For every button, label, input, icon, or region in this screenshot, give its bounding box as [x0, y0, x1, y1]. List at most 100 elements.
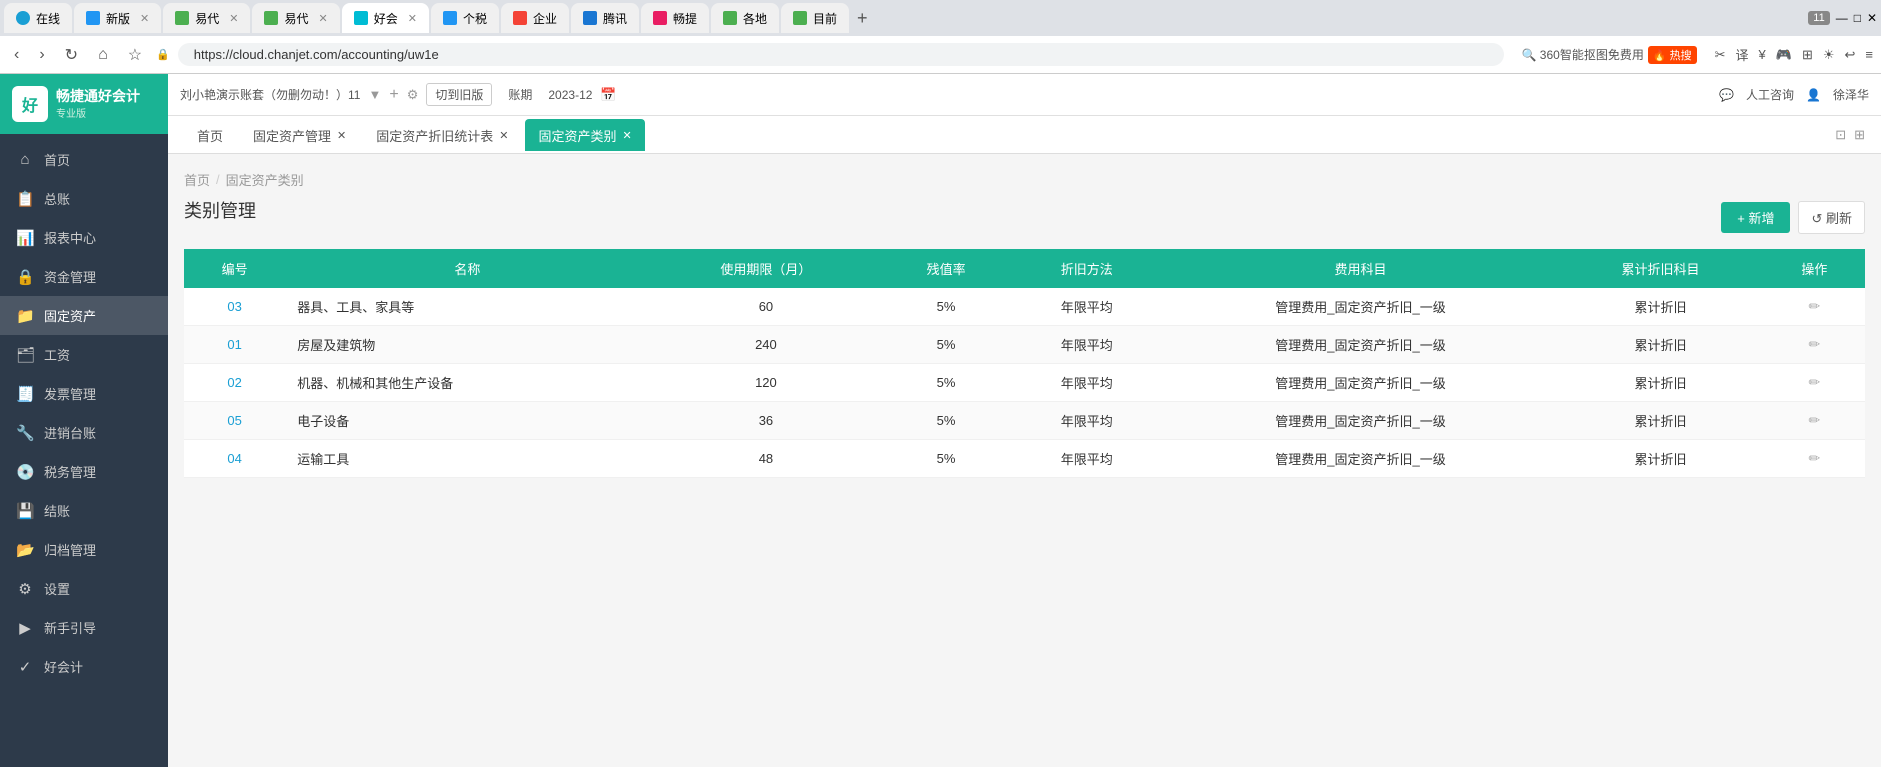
reload-button[interactable]: ↻: [59, 43, 84, 67]
sidebar-item-home[interactable]: ⌂ 首页: [0, 140, 168, 179]
sidebar-label-tax: 税务管理: [44, 462, 96, 481]
edit-icon-0[interactable]: ✏: [1808, 298, 1820, 314]
sidebar-item-settings[interactable]: ⚙ 设置: [0, 569, 168, 608]
breadcrumb-current: 固定资产类别: [226, 170, 304, 189]
edit-icon-2[interactable]: ✏: [1808, 374, 1820, 390]
menu-icon[interactable]: ≡: [1865, 47, 1873, 62]
logo-text: 畅捷通好会计: [56, 88, 140, 105]
tax-icon: 💿: [16, 463, 34, 481]
grid-icon[interactable]: ⊞: [1802, 47, 1813, 63]
col-header-residual-rate: 残值率: [882, 249, 1010, 288]
close-tab-depreciation-table[interactable]: ✕: [499, 129, 508, 142]
translate-icon[interactable]: 译: [1736, 45, 1749, 64]
edit-icon-4[interactable]: ✏: [1808, 450, 1820, 466]
tab-close-2[interactable]: ✕: [229, 12, 238, 25]
forward-button[interactable]: ›: [33, 44, 50, 66]
browser-tab-10[interactable]: 目前: [781, 3, 849, 33]
address-input[interactable]: [178, 43, 1504, 66]
browser-tab-8[interactable]: 畅提: [641, 3, 709, 33]
dropdown-icon[interactable]: ▼: [368, 87, 381, 102]
browser-tab-0[interactable]: 在线: [4, 3, 72, 33]
sidebar-item-tax[interactable]: 💿 税务管理: [0, 452, 168, 491]
new-tab-button[interactable]: +: [851, 8, 874, 29]
sidebar-item-fixed-assets[interactable]: 📁 固定资产: [0, 296, 168, 335]
edit-icon-1[interactable]: ✏: [1808, 336, 1820, 352]
switch-version-button[interactable]: 切到旧版: [426, 83, 492, 106]
game-icon[interactable]: 🎮: [1776, 47, 1792, 63]
tab-count-badge: 11: [1808, 11, 1829, 25]
consult-label[interactable]: 人工咨询: [1746, 86, 1794, 103]
page-tab-home[interactable]: 首页: [184, 119, 236, 151]
page-tab-depreciation-table[interactable]: 固定资产折旧统计表 ✕: [363, 119, 521, 151]
sidebar-item-more[interactable]: ✓ 好会计: [0, 647, 168, 686]
cell-name-2: 机器、机械和其他生产设备: [285, 364, 649, 402]
maximize-icon[interactable]: □: [1854, 11, 1861, 25]
sidebar-item-checkout[interactable]: 💾 结账: [0, 491, 168, 530]
tab-close-3[interactable]: ✕: [319, 12, 328, 25]
table-header-row: 编号 名称 使用期限（月） 残值率 折旧方法 费用科目 累计折旧科目 操作: [184, 249, 1865, 288]
page-tab-fixed-asset-mgmt[interactable]: 固定资产管理 ✕: [240, 119, 359, 151]
col-header-period: 使用期限（月）: [650, 249, 883, 288]
close-icon[interactable]: ✕: [1867, 11, 1877, 25]
back-button[interactable]: ‹: [8, 44, 25, 66]
breadcrumb-home[interactable]: 首页: [184, 170, 210, 189]
window-restore-icon[interactable]: ⊡: [1835, 127, 1846, 143]
sidebar-item-purchase-sales[interactable]: 🔧 进销台账: [0, 413, 168, 452]
browser-tab-1[interactable]: 新版 ✕: [74, 3, 161, 33]
brightness-icon[interactable]: ☀: [1823, 47, 1835, 63]
ledger-icon: 📋: [16, 190, 34, 208]
cell-code-1[interactable]: 01: [184, 326, 285, 364]
sidebar-item-archive[interactable]: 📂 归档管理: [0, 530, 168, 569]
browser-tab-label-8: 畅提: [673, 10, 697, 27]
undo-icon[interactable]: ↩: [1845, 47, 1856, 63]
table-body: 03 器具、工具、家具等 60 5% 年限平均 管理费用_固定资产折旧_一级 累…: [184, 288, 1865, 478]
cell-depreciation-method-1: 年限平均: [1010, 326, 1164, 364]
browser-tab-9[interactable]: 各地: [711, 3, 779, 33]
edit-icon-3[interactable]: ✏: [1808, 412, 1820, 428]
cell-depreciation-method-3: 年限平均: [1010, 402, 1164, 440]
cell-residual-rate-1: 5%: [882, 326, 1010, 364]
data-table: 编号 名称 使用期限（月） 残值率 折旧方法 费用科目 累计折旧科目 操作 03…: [184, 249, 1865, 478]
funds-icon: 🔒: [16, 268, 34, 286]
browser-tab-3[interactable]: 易代 ✕: [252, 3, 339, 33]
window-expand-icon[interactable]: ⊞: [1854, 127, 1865, 143]
cell-code-0[interactable]: 03: [184, 288, 285, 326]
sidebar-item-salary[interactable]: 🗂 工资: [0, 335, 168, 374]
browser-tab-6[interactable]: 企业: [501, 3, 569, 33]
cell-code-3[interactable]: 05: [184, 402, 285, 440]
page-tab-fixed-asset-category[interactable]: 固定资产类别 ✕: [525, 119, 644, 151]
tab-close-1[interactable]: ✕: [140, 12, 149, 25]
currency-icon[interactable]: ¥: [1759, 47, 1766, 62]
app-wrapper: 好 畅捷通好会计 专业版 ⌂ 首页 📋 总账 📊 报表中心 🔒 资金管理: [0, 74, 1881, 767]
user-name: 徐泽华: [1833, 86, 1869, 103]
scissors-icon[interactable]: ✂: [1715, 47, 1726, 63]
cell-code-4[interactable]: 04: [184, 440, 285, 478]
browser-tab-5[interactable]: 个税: [431, 3, 499, 33]
home-button[interactable]: ⌂: [92, 44, 114, 66]
cell-expense-subject-4: 管理费用_固定资产折旧_一级: [1164, 440, 1558, 478]
sidebar-item-guide[interactable]: ▶ 新手引导: [0, 608, 168, 647]
sidebar-label-guide: 新手引导: [44, 618, 96, 637]
browser-tab-4[interactable]: 好会 ✕: [342, 3, 429, 33]
sidebar-item-funds[interactable]: 🔒 资金管理: [0, 257, 168, 296]
sidebar-item-ledger[interactable]: 📋 总账: [0, 179, 168, 218]
close-tab-fixed-asset-mgmt[interactable]: ✕: [337, 129, 346, 142]
browser-tab-7[interactable]: 腾讯: [571, 3, 639, 33]
tab-actions: 11 — □ ✕: [1808, 11, 1877, 25]
sidebar-item-invoice[interactable]: 🧾 发票管理: [0, 374, 168, 413]
cell-accumulated-subject-3: 累计折旧: [1557, 402, 1763, 440]
cell-code-2[interactable]: 02: [184, 364, 285, 402]
settings-gear-icon[interactable]: ⚙: [407, 87, 419, 103]
bookmark-button[interactable]: ☆: [122, 43, 148, 67]
browser-tab-2[interactable]: 易代 ✕: [163, 3, 250, 33]
table-row: 02 机器、机械和其他生产设备 120 5% 年限平均 管理费用_固定资产折旧_…: [184, 364, 1865, 402]
refresh-button[interactable]: ↺ 刷新: [1798, 201, 1865, 234]
add-button[interactable]: + 新增: [1721, 202, 1790, 233]
add-account-icon[interactable]: +: [389, 86, 398, 104]
close-tab-fixed-asset-category[interactable]: ✕: [623, 129, 632, 142]
minimize-icon[interactable]: —: [1836, 11, 1848, 25]
calendar-icon[interactable]: 📅: [600, 87, 616, 103]
browser-tab-label-9: 各地: [743, 10, 767, 27]
sidebar-item-reports[interactable]: 📊 报表中心: [0, 218, 168, 257]
tab-close-4[interactable]: ✕: [408, 12, 417, 25]
